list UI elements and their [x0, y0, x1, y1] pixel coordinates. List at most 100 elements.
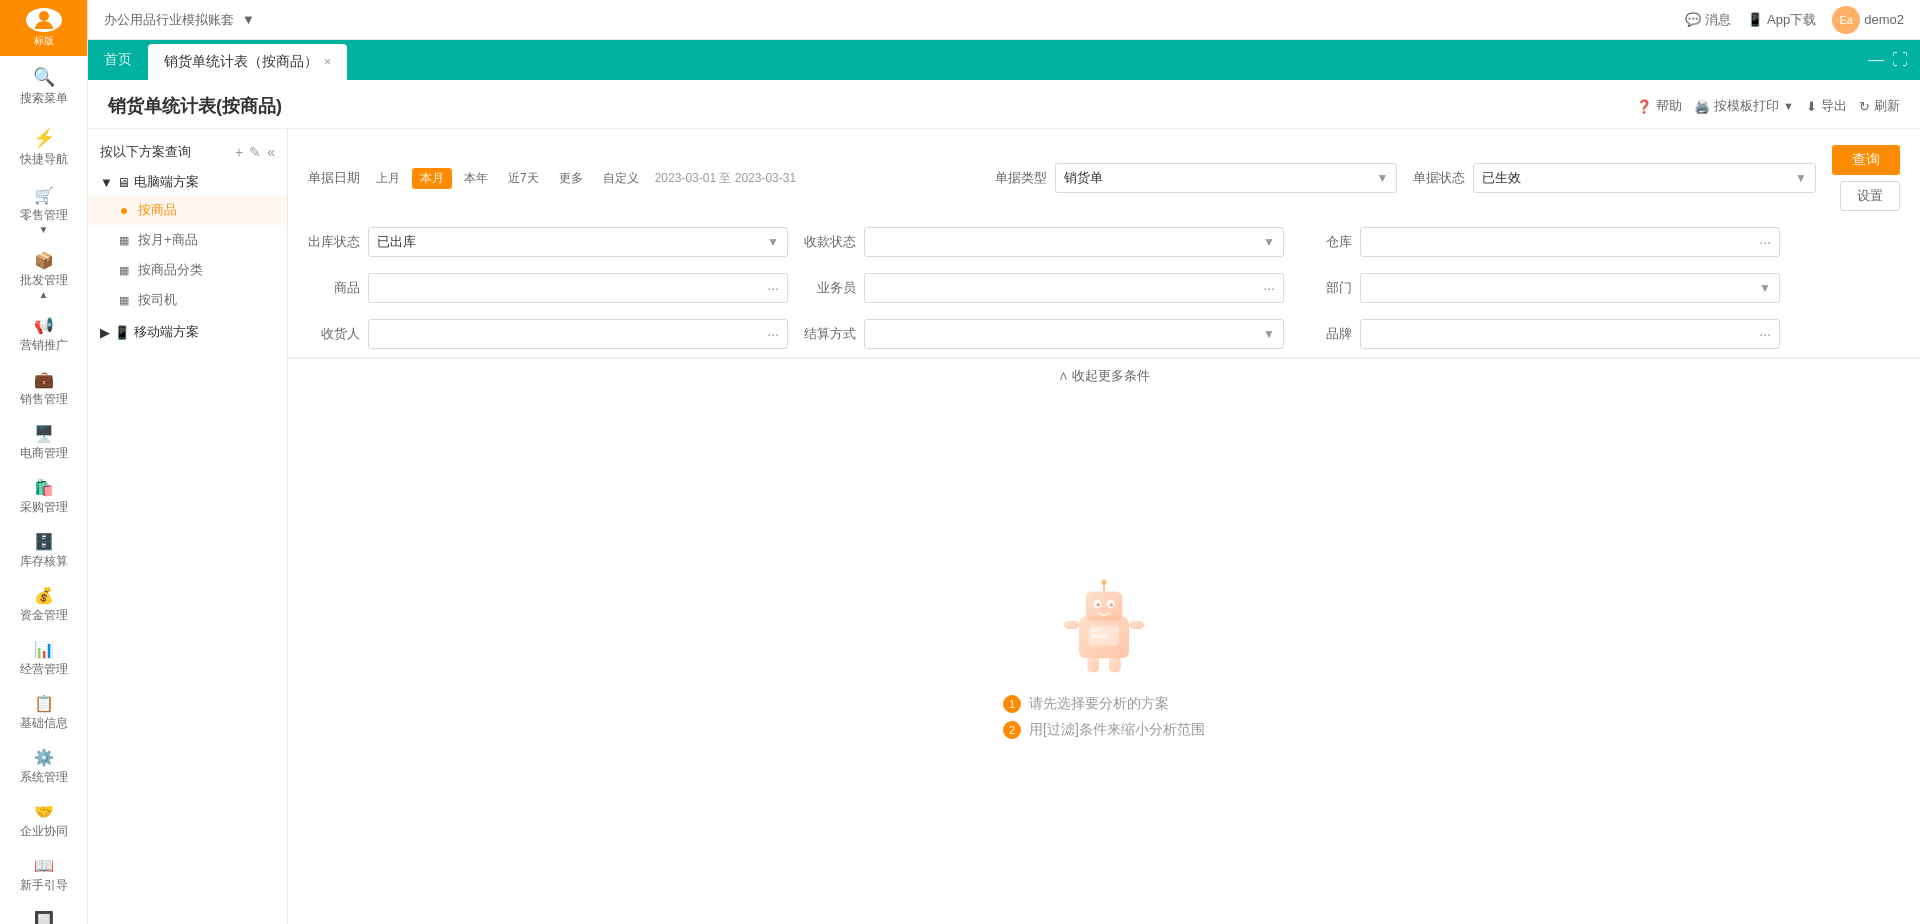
query-btn[interactable]: 查询: [1832, 145, 1900, 175]
help-btn[interactable]: ❓ 帮助: [1636, 97, 1682, 115]
sidebar-item-guide[interactable]: 📖 新手引导: [0, 848, 87, 902]
top-header: 办公用品行业模拟账套 ▼ 💬 消息 📱 App下载 Ea demo2: [88, 0, 1920, 40]
pay-status-control[interactable]: ▼: [864, 227, 1284, 257]
sidebar-item-basic[interactable]: 📋 基础信息: [0, 686, 87, 740]
sidebar-item-ecommerce[interactable]: 🖥️ 电商管理: [0, 416, 87, 470]
filter-row-2: 出库状态 已出库 ▼ 收款状态 ▼: [308, 227, 1900, 257]
goods-control[interactable]: ···: [368, 273, 788, 303]
export-icon: ⬇: [1806, 99, 1817, 114]
sidebar-item-operations[interactable]: 📊 经营管理: [0, 632, 87, 686]
scheme-group-mobile: ▶ 📱 移动端方案: [88, 319, 287, 345]
sidebar-item-purchase[interactable]: 🛍️ 采购管理: [0, 470, 87, 524]
scheme-group-pc-header[interactable]: ▼ 🖥 电脑端方案: [88, 169, 287, 195]
settlement-dropdown-icon: ▼: [1263, 327, 1275, 341]
tab-maximize-icon[interactable]: ⛶: [1892, 51, 1908, 69]
user-area[interactable]: Ea demo2: [1832, 6, 1904, 34]
app-download-btn[interactable]: 📱 App下载: [1747, 11, 1816, 29]
tab-home[interactable]: 首页: [88, 40, 148, 80]
finance-icon: 💰: [34, 586, 54, 605]
pay-status-label: 收款状态: [804, 233, 864, 251]
scheme-add-btn[interactable]: +: [235, 144, 243, 160]
refresh-btn[interactable]: ↻ 刷新: [1859, 97, 1900, 115]
tab-minimize-icon[interactable]: —: [1868, 51, 1884, 69]
industry-dropdown-icon[interactable]: ▼: [242, 12, 255, 27]
tip-num-1: 1: [1003, 695, 1021, 713]
filter-cell-salesperson: 业务员 ···: [804, 273, 1284, 303]
tab-close-btn[interactable]: ×: [324, 55, 331, 69]
filter-cell-pay-status: 收款状态 ▼: [804, 227, 1284, 257]
date-label: 单据日期: [308, 169, 368, 187]
scheme-item-by-month-goods[interactable]: ▦ 按月+商品: [88, 225, 287, 255]
settings-btn[interactable]: 设置: [1840, 181, 1900, 211]
doc-status-dropdown-icon: ▼: [1795, 171, 1807, 185]
date-tab-7days[interactable]: 近7天: [500, 168, 547, 189]
header-left: 办公用品行业模拟账套 ▼: [104, 11, 255, 29]
brand-control[interactable]: ···: [1360, 319, 1780, 349]
sidebar-item-marketing[interactable]: 📢 营销推广: [0, 308, 87, 362]
sidebar-item-guide-label: 新手引导: [20, 877, 68, 894]
collapse-bar[interactable]: ∧ 收起更多条件: [288, 358, 1920, 393]
message-icon: 💬: [1685, 12, 1701, 27]
receiver-dots-icon: ···: [767, 326, 779, 342]
retail-arrow: ▼: [39, 224, 49, 235]
salesperson-control[interactable]: ···: [864, 273, 1284, 303]
sidebar-item-sales[interactable]: 💼 销售管理: [0, 362, 87, 416]
dept-dropdown-icon: ▼: [1759, 281, 1771, 295]
doc-type-control[interactable]: 销货单 ▼: [1055, 163, 1398, 193]
sidebar-item-corp[interactable]: 🤝 企业协同: [0, 794, 87, 848]
date-tab-this-year[interactable]: 本年: [456, 168, 496, 189]
dept-control[interactable]: ▼: [1360, 273, 1780, 303]
svg-rect-15: [1092, 634, 1109, 637]
date-tab-last-month[interactable]: 上月: [368, 168, 408, 189]
scheme-header-title: 按以下方案查询: [100, 143, 191, 161]
salesperson-label: 业务员: [804, 279, 864, 297]
svg-rect-10: [1129, 620, 1144, 628]
tab-active[interactable]: 销货单统计表（按商品） ×: [148, 44, 347, 80]
print-dropdown-icon[interactable]: ▼: [1783, 100, 1794, 112]
app-download-label: App下载: [1767, 11, 1816, 29]
empty-tip-1: 1 请先选择要分析的方案: [1003, 695, 1205, 713]
warehouse-control[interactable]: ···: [1360, 227, 1780, 257]
scheme-item-by-goods[interactable]: ● 按商品: [88, 195, 287, 225]
scheme-item-by-category[interactable]: ▦ 按商品分类: [88, 255, 287, 285]
sidebar-item-system[interactable]: ⚙️ 系统管理: [0, 740, 87, 794]
empty-inner: 1 请先选择要分析的方案 2 用[过滤]条件来缩小分析范围: [1003, 579, 1205, 739]
pay-status-dropdown-icon: ▼: [1263, 235, 1275, 249]
out-status-control[interactable]: 已出库 ▼: [368, 227, 788, 257]
scheme-edit-btn[interactable]: ✎: [249, 144, 261, 160]
doc-status-control[interactable]: 已生效 ▼: [1473, 163, 1816, 193]
sidebar-item-quicknav[interactable]: ⚡ 快捷导航: [0, 117, 87, 178]
settlement-control[interactable]: ▼: [864, 319, 1284, 349]
filter-cell-dept: 部门 ▼: [1300, 273, 1780, 303]
search-icon: 🔍: [33, 66, 55, 88]
date-tab-this-month[interactable]: 本月: [412, 168, 452, 189]
export-btn[interactable]: ⬇ 导出: [1806, 97, 1847, 115]
date-tab-custom[interactable]: 自定义: [595, 168, 647, 189]
sidebar-item-search[interactable]: 🔍 搜索菜单: [0, 56, 87, 117]
sidebar-item-finance[interactable]: 💰 资金管理: [0, 578, 87, 632]
sidebar-item-system-label: 系统管理: [20, 769, 68, 786]
date-tab-more[interactable]: 更多: [551, 168, 591, 189]
scheme-group-mobile-header[interactable]: ▶ 📱 移动端方案: [88, 319, 287, 345]
svg-rect-9: [1064, 620, 1079, 628]
message-btn[interactable]: 💬 消息: [1685, 11, 1731, 29]
sidebar-item-appcenter[interactable]: 🔲 应用中心: [0, 902, 87, 924]
print-btn[interactable]: 🖨️ 按模板打印 ▼: [1694, 97, 1794, 115]
sidebar-item-retail[interactable]: 🛒 零售管理 ▼: [0, 178, 87, 243]
scheme-item-by-driver[interactable]: ▦ 按司机: [88, 285, 287, 315]
print-icon: 🖨️: [1694, 99, 1710, 114]
collapse-label: ∧ 收起更多条件: [1058, 368, 1151, 383]
page-body: 销货单统计表(按商品) ❓ 帮助 🖨️ 按模板打印 ▼ ⬇ 导出: [88, 80, 1920, 924]
filter-section: 单据日期 上月 本月 本年 近7天 更多 自定义: [288, 129, 1920, 358]
by-goods-icon: ●: [116, 202, 132, 218]
sidebar-nav: 🔍 搜索菜单 ⚡ 快捷导航 🛒 零售管理 ▼ 📦 批发管理 ▲ 📢 营销推广 💼…: [0, 56, 87, 924]
scheme-collapse-btn[interactable]: «: [267, 144, 275, 160]
receiver-control[interactable]: ···: [368, 319, 788, 349]
sidebar-item-inventory[interactable]: 🗄️ 库存核算: [0, 524, 87, 578]
query-buttons: 查询 设置: [1816, 145, 1900, 211]
sidebar-item-wholesale[interactable]: 📦 批发管理 ▲: [0, 243, 87, 308]
by-category-label: 按商品分类: [138, 261, 203, 279]
header-right: 💬 消息 📱 App下载 Ea demo2: [1685, 6, 1904, 34]
sidebar-item-wholesale-label: 批发管理: [20, 272, 68, 289]
sidebar: 标版 🔍 搜索菜单 ⚡ 快捷导航 🛒 零售管理 ▼ 📦 批发管理 ▲ 📢 营销推…: [0, 0, 88, 924]
